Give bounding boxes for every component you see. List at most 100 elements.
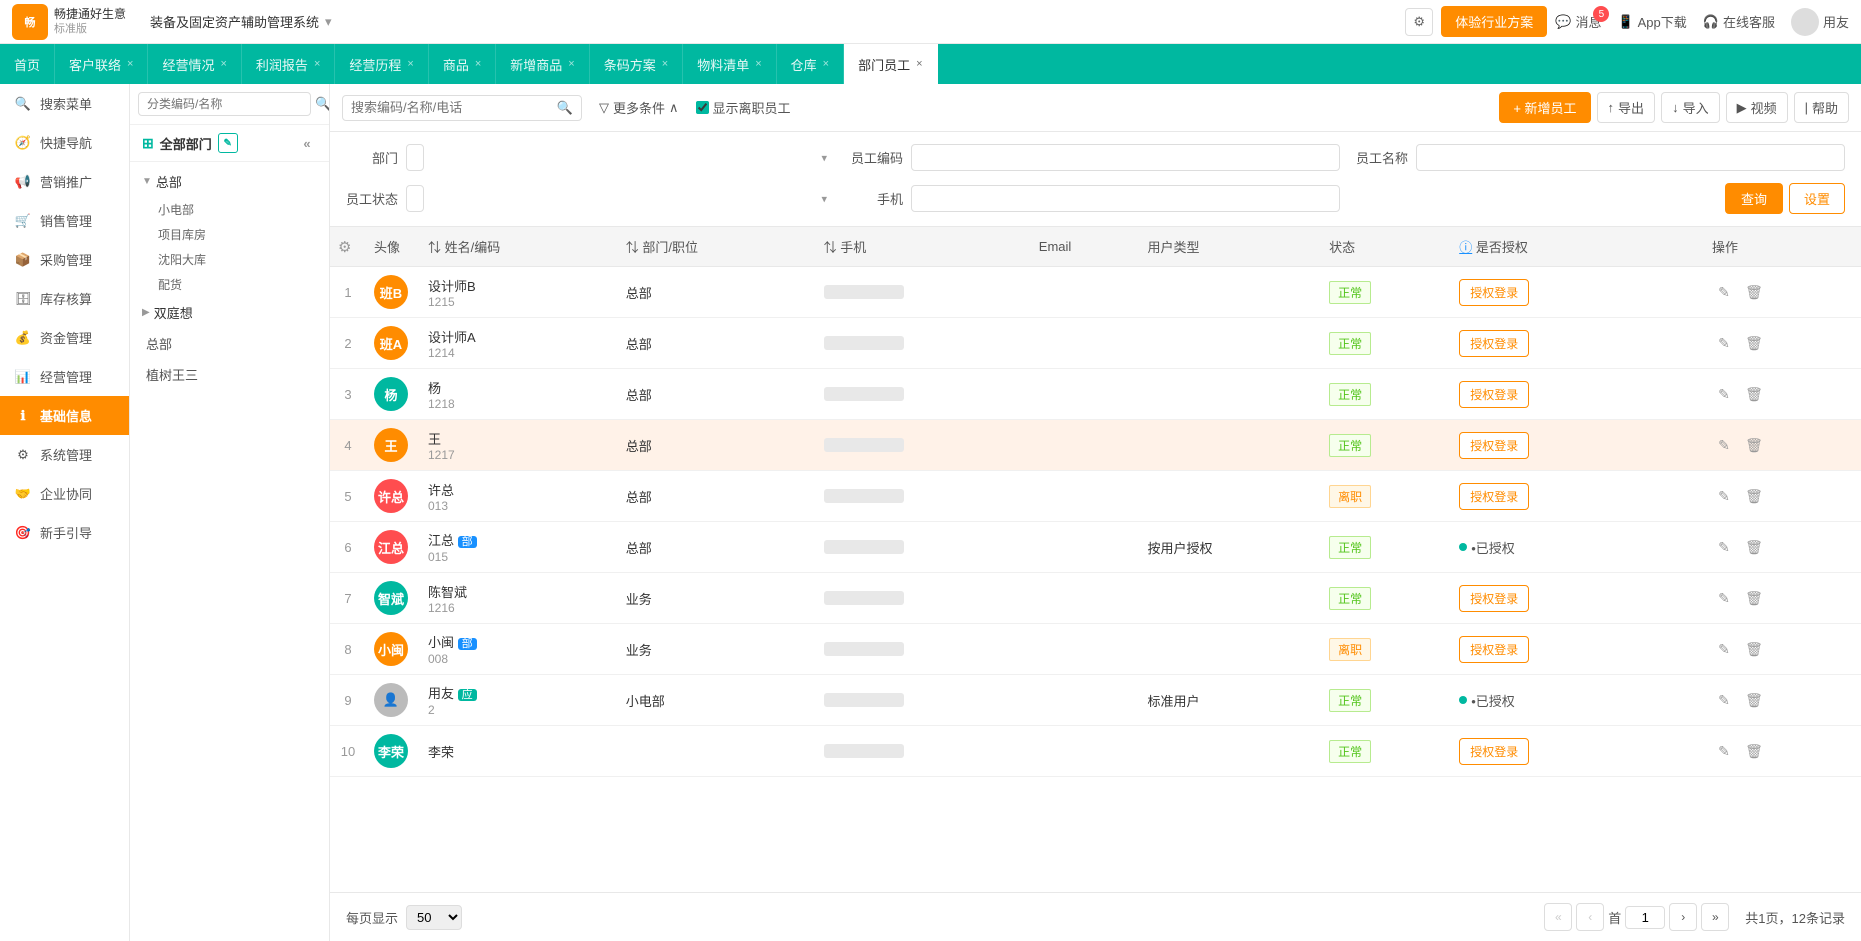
phone-input[interactable] xyxy=(911,185,1340,212)
edit-button[interactable]: ✎ xyxy=(1712,484,1736,508)
add-employee-button[interactable]: + 新增员工 xyxy=(1499,92,1590,123)
dept-search-icon[interactable]: 🔍 xyxy=(315,96,330,112)
online-service-button[interactable]: 🎧 在线客服 xyxy=(1703,12,1775,31)
import-button[interactable]: ↓ 导入 xyxy=(1661,92,1720,123)
delete-button[interactable]: 🗑 xyxy=(1742,535,1766,559)
delete-button[interactable]: 🗑 xyxy=(1742,331,1766,355)
app-download-button[interactable]: 📱 App下载 xyxy=(1617,12,1686,31)
nav-tab-经营情况[interactable]: 经营情况 × xyxy=(148,44,241,84)
sidebar-item-企业协同[interactable]: 🤝企业协同 xyxy=(0,474,129,513)
edit-button[interactable]: ✎ xyxy=(1712,688,1736,712)
sidebar-item-经营管理[interactable]: 📊经营管理 xyxy=(0,357,129,396)
sidebar-item-新手引导[interactable]: 🎯新手引导 xyxy=(0,513,129,552)
edit-button[interactable]: ✎ xyxy=(1712,637,1736,661)
dept-node-zhishu[interactable]: 植树王三 xyxy=(130,359,329,390)
nav-tab-部门员工[interactable]: 部门员工 × xyxy=(844,44,937,84)
close-tab-icon[interactable]: × xyxy=(755,58,761,70)
auth-login-button[interactable]: 授权登录 xyxy=(1459,636,1529,663)
sidebar-item-基础信息[interactable]: ℹ基础信息 xyxy=(0,396,129,435)
dept-child-xiangmukufang[interactable]: 项目库房 xyxy=(130,222,329,247)
empcode-input[interactable] xyxy=(911,144,1340,171)
search-input[interactable] xyxy=(351,100,553,115)
dept-filter-select[interactable] xyxy=(406,144,424,171)
show-resigned-checkbox[interactable]: 显示离职员工 xyxy=(696,98,791,117)
close-tab-icon[interactable]: × xyxy=(916,58,922,70)
nav-tab-首页[interactable]: 首页 xyxy=(0,44,55,84)
page-size-select[interactable]: 50 100 200 xyxy=(406,905,462,930)
auth-login-button[interactable]: 授权登录 xyxy=(1459,432,1529,459)
edit-button[interactable]: ✎ xyxy=(1712,382,1736,406)
dropdown-arrow-icon[interactable]: ▾ xyxy=(325,14,332,30)
sidebar-item-销售管理[interactable]: 🛒销售管理 xyxy=(0,201,129,240)
page-input[interactable] xyxy=(1625,906,1665,929)
edit-button[interactable]: ✎ xyxy=(1712,535,1736,559)
delete-button[interactable]: 🗑 xyxy=(1742,637,1766,661)
more-conditions-button[interactable]: ▽ 更多条件 ∧ xyxy=(590,93,688,122)
delete-button[interactable]: 🗑 xyxy=(1742,739,1766,763)
dept-edit-button[interactable]: ✎ xyxy=(218,133,238,153)
dept-search-input[interactable] xyxy=(138,92,311,116)
auth-login-button[interactable]: 授权登录 xyxy=(1459,585,1529,612)
nav-tab-客户联络[interactable]: 客户联络 × xyxy=(55,44,148,84)
sidebar-item-营销推广[interactable]: 📢营销推广 xyxy=(0,162,129,201)
nav-tab-利润报告[interactable]: 利润报告 × xyxy=(242,44,335,84)
status-filter-select[interactable] xyxy=(406,185,424,212)
prev-page-button[interactable]: ‹ xyxy=(1576,903,1604,931)
dept-child-xiaodianbù[interactable]: 小电部 xyxy=(130,197,329,222)
dept-node-shuangtingxiang[interactable]: ▶ 双庭想 xyxy=(130,297,329,328)
close-tab-icon[interactable]: × xyxy=(475,58,481,70)
sidebar-item-搜索菜单[interactable]: 🔍搜索菜单 xyxy=(0,84,129,123)
sidebar-item-资金管理[interactable]: 💰资金管理 xyxy=(0,318,129,357)
export-button[interactable]: ↑ 导出 xyxy=(1597,92,1656,123)
collapse-button[interactable]: « xyxy=(297,133,317,153)
first-page-button[interactable]: « xyxy=(1544,903,1572,931)
help-button[interactable]: | 帮助 xyxy=(1794,92,1849,123)
edit-button[interactable]: ✎ xyxy=(1712,331,1736,355)
settings-icon[interactable]: ⚙ xyxy=(338,239,351,256)
search-icon[interactable]: 🔍 xyxy=(557,100,573,116)
dept-child-shenyang[interactable]: 沈阳大库 xyxy=(130,247,329,272)
view-button[interactable]: ▶ 视频 xyxy=(1726,92,1788,123)
delete-button[interactable]: 🗑 xyxy=(1742,382,1766,406)
auth-login-button[interactable]: 授权登录 xyxy=(1459,279,1529,306)
nav-tab-新增商品[interactable]: 新增商品 × xyxy=(496,44,589,84)
next-page-button[interactable]: › xyxy=(1669,903,1697,931)
close-tab-icon[interactable]: × xyxy=(314,58,320,70)
delete-button[interactable]: 🗑 xyxy=(1742,433,1766,457)
edit-button[interactable]: ✎ xyxy=(1712,739,1736,763)
auth-login-button[interactable]: 授权登录 xyxy=(1459,738,1529,765)
trial-button[interactable]: 体验行业方案 xyxy=(1441,6,1547,37)
delete-button[interactable]: 🗑 xyxy=(1742,280,1766,304)
sidebar-item-系统管理[interactable]: ⚙系统管理 xyxy=(0,435,129,474)
set-button[interactable]: 设置 xyxy=(1789,183,1845,214)
dept-child-peihuo[interactable]: 配货 xyxy=(130,272,329,297)
query-button[interactable]: 查询 xyxy=(1725,183,1783,214)
sidebar-item-快捷导航[interactable]: 🧭快捷导航 xyxy=(0,123,129,162)
delete-button[interactable]: 🗑 xyxy=(1742,484,1766,508)
nav-tab-仓库[interactable]: 仓库 × xyxy=(777,44,844,84)
close-tab-icon[interactable]: × xyxy=(662,58,668,70)
auth-login-button[interactable]: 授权登录 xyxy=(1459,483,1529,510)
last-page-button[interactable]: » xyxy=(1701,903,1729,931)
nav-tab-商品[interactable]: 商品 × xyxy=(429,44,496,84)
dept-node-zongbu[interactable]: ▼ 总部 xyxy=(130,166,329,197)
delete-button[interactable]: 🗑 xyxy=(1742,688,1766,712)
edit-button[interactable]: ✎ xyxy=(1712,280,1736,304)
message-button[interactable]: 💬 消息 5 xyxy=(1555,12,1601,31)
nav-tab-条码方案[interactable]: 条码方案 × xyxy=(590,44,683,84)
auth-login-button[interactable]: 授权登录 xyxy=(1459,381,1529,408)
close-tab-icon[interactable]: × xyxy=(407,58,413,70)
close-tab-icon[interactable]: × xyxy=(568,58,574,70)
nav-tab-经营历程[interactable]: 经营历程 × xyxy=(335,44,428,84)
sidebar-item-库存核算[interactable]: 🗄库存核算 xyxy=(0,279,129,318)
delete-button[interactable]: 🗑 xyxy=(1742,586,1766,610)
user-menu[interactable]: 用友 xyxy=(1791,8,1849,36)
close-tab-icon[interactable]: × xyxy=(823,58,829,70)
close-tab-icon[interactable]: × xyxy=(127,58,133,70)
gear-button[interactable]: ⚙ xyxy=(1405,8,1433,36)
edit-button[interactable]: ✎ xyxy=(1712,586,1736,610)
dept-node-zongbu2[interactable]: 总部 xyxy=(130,328,329,359)
auth-login-button[interactable]: 授权登录 xyxy=(1459,330,1529,357)
sidebar-item-采购管理[interactable]: 📦采购管理 xyxy=(0,240,129,279)
nav-tab-物料清单[interactable]: 物料清单 × xyxy=(683,44,776,84)
